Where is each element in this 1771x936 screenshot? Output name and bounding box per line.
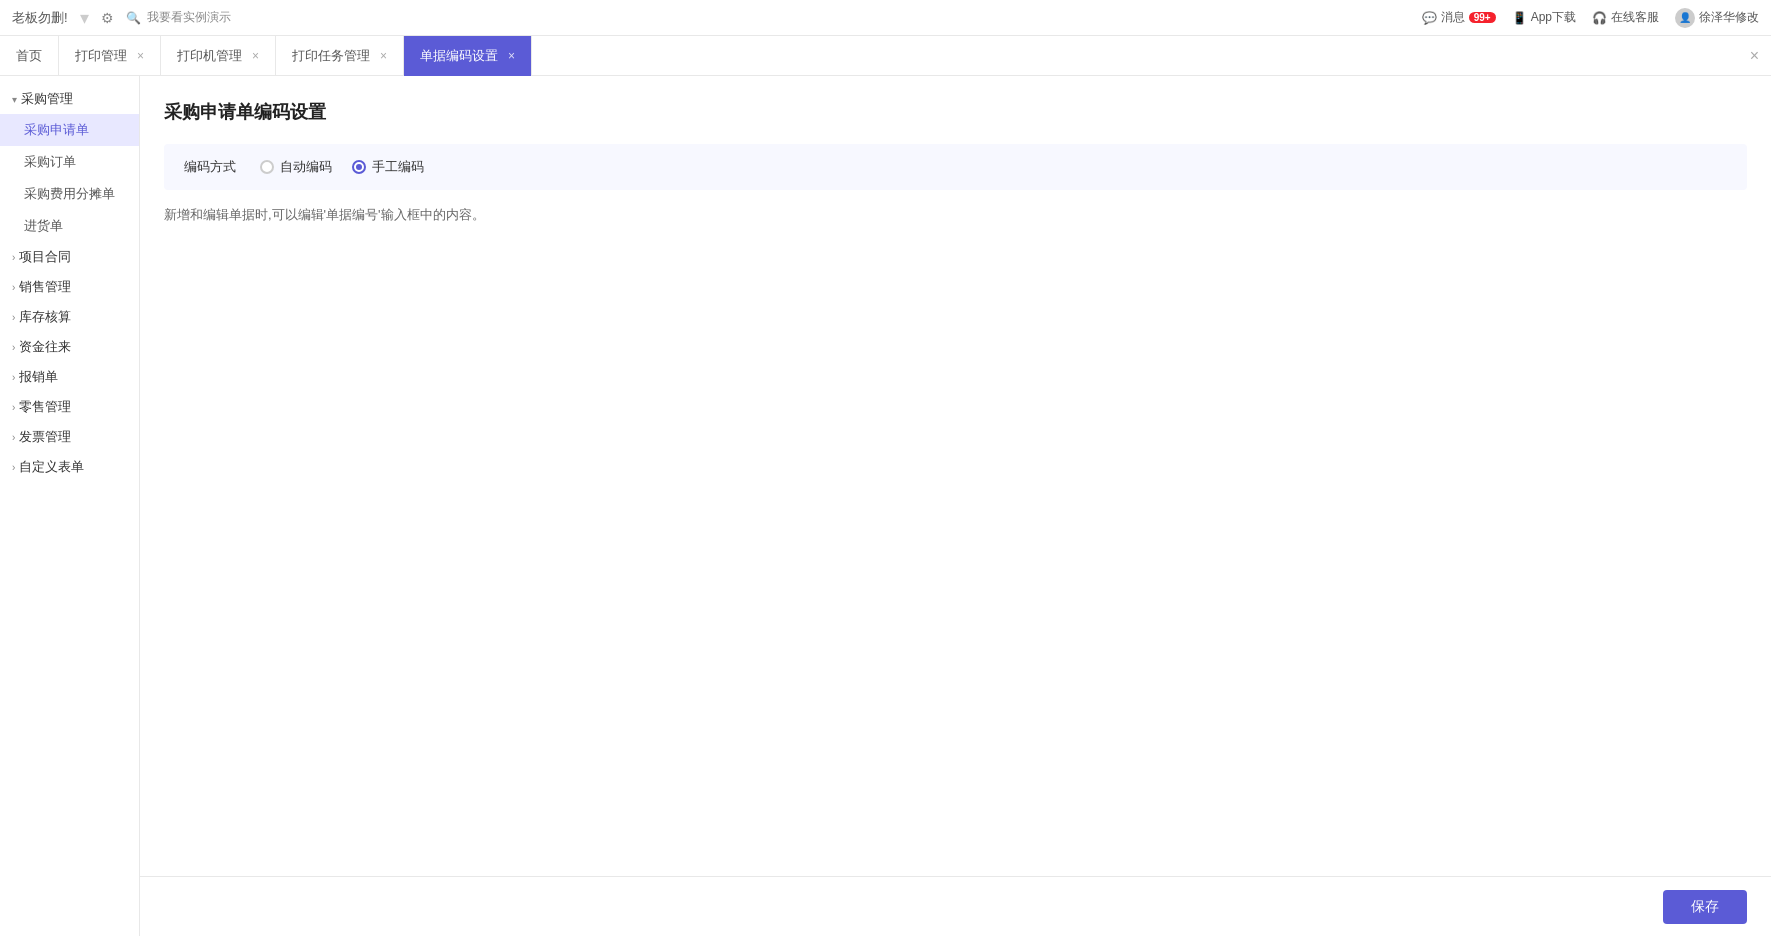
headset-icon: 🎧 bbox=[1592, 11, 1607, 25]
sidebar-group-sales-management-label: 销售管理 bbox=[19, 278, 71, 296]
tab-home-label: 首页 bbox=[16, 47, 42, 65]
sidebar-item-incoming-goods[interactable]: 进货单 bbox=[0, 210, 139, 242]
sidebar-item-purchase-expense-split[interactable]: 采购费用分摊单 bbox=[0, 178, 139, 210]
sidebar-group-capital-flow-label: 资金往来 bbox=[19, 338, 71, 356]
tab-printer-management-label: 打印机管理 bbox=[177, 47, 242, 65]
chevron-right-icon3: › bbox=[12, 312, 15, 323]
user-name: 徐泽华修改 bbox=[1699, 9, 1759, 26]
chevron-right-icon8: › bbox=[12, 462, 15, 473]
sidebar-group-capital-flow[interactable]: › 资金往来 bbox=[0, 332, 139, 362]
tab-print-management-label: 打印管理 bbox=[75, 47, 127, 65]
customer-service-button[interactable]: 🎧 在线客服 bbox=[1592, 9, 1659, 26]
radio-auto-code-label: 自动编码 bbox=[280, 158, 332, 176]
sidebar-item-purchase-order-label: 采购订单 bbox=[24, 154, 76, 169]
message-button[interactable]: 💬 消息 99+ bbox=[1422, 9, 1496, 26]
sidebar-group-retail-management-label: 零售管理 bbox=[19, 398, 71, 416]
user-avatar-area[interactable]: 👤 徐泽华修改 bbox=[1675, 8, 1759, 28]
sidebar-group-inventory-settlement[interactable]: › 库存核算 bbox=[0, 302, 139, 332]
sidebar-group-project-contract-label: 项目合同 bbox=[19, 248, 71, 266]
divider-icon: ▾ bbox=[80, 7, 89, 29]
sidebar-group-custom-form[interactable]: › 自定义表单 bbox=[0, 452, 139, 482]
chevron-right-icon6: › bbox=[12, 402, 15, 413]
radio-manual-code[interactable]: 手工编码 bbox=[352, 158, 424, 176]
chevron-down-icon: ▾ bbox=[12, 94, 17, 105]
sidebar-group-purchase-management-label: 采购管理 bbox=[21, 90, 73, 108]
sidebar-group-purchase-management[interactable]: ▾ 采购管理 bbox=[0, 84, 139, 114]
radio-manual-code-circle bbox=[352, 160, 366, 174]
app-download-button[interactable]: 📱 App下载 bbox=[1512, 9, 1576, 26]
message-icon: 💬 bbox=[1422, 11, 1437, 25]
save-button[interactable]: 保存 bbox=[1663, 890, 1747, 924]
chevron-right-icon2: › bbox=[12, 282, 15, 293]
sidebar-group-invoice-management-label: 发票管理 bbox=[19, 428, 71, 446]
search-text: 我要看实例演示 bbox=[147, 9, 231, 26]
app-download-label: App下载 bbox=[1531, 9, 1576, 26]
chevron-right-icon7: › bbox=[12, 432, 15, 443]
tab-print-task-management-label: 打印任务管理 bbox=[292, 47, 370, 65]
sidebar-group-inventory-settlement-label: 库存核算 bbox=[19, 308, 71, 326]
sidebar-group-retail-management[interactable]: › 零售管理 bbox=[0, 392, 139, 422]
sidebar-item-purchase-requisition-label: 采购申请单 bbox=[24, 122, 89, 137]
tab-single-doc-code-settings[interactable]: 单据编码设置 × bbox=[404, 36, 532, 76]
message-badge: 99+ bbox=[1469, 12, 1496, 23]
sidebar-group-invoice-management[interactable]: › 发票管理 bbox=[0, 422, 139, 452]
settings-icon[interactable]: ⚙ bbox=[101, 10, 114, 26]
sidebar-item-purchase-requisition[interactable]: 采购申请单 bbox=[0, 114, 139, 146]
sidebar-group-sales-management[interactable]: › 销售管理 bbox=[0, 272, 139, 302]
tab-print-task-management-close[interactable]: × bbox=[380, 49, 387, 63]
top-bar-right: 💬 消息 99+ 📱 App下载 🎧 在线客服 👤 徐泽华修改 bbox=[1422, 8, 1759, 28]
content-main: 采购申请单编码设置 编码方式 自动编码 手工编码 新增和编辑单据时,可以编辑'单… bbox=[140, 76, 1771, 876]
tab-bar: 首页 打印管理 × 打印机管理 × 打印任务管理 × 单据编码设置 × × bbox=[0, 36, 1771, 76]
tab-print-management-close[interactable]: × bbox=[137, 49, 144, 63]
sidebar-group-sales-return-label: 报销单 bbox=[19, 368, 58, 386]
hint-text: 新增和编辑单据时,可以编辑'单据编号'输入框中的内容。 bbox=[164, 206, 1747, 224]
sidebar-item-incoming-goods-label: 进货单 bbox=[24, 218, 63, 233]
top-bar: 老板勿删! ▾ ⚙ 🔍 我要看实例演示 💬 消息 99+ 📱 App下载 🎧 在… bbox=[0, 0, 1771, 36]
encoding-method-label: 编码方式 bbox=[184, 158, 236, 176]
tab-printer-management[interactable]: 打印机管理 × bbox=[161, 36, 276, 76]
top-bar-left: 老板勿删! ▾ ⚙ 🔍 我要看实例演示 bbox=[12, 7, 231, 29]
search-icon: 🔍 bbox=[126, 11, 141, 25]
footer-bar: 保存 bbox=[140, 876, 1771, 936]
sidebar: ▾ 采购管理 采购申请单 采购订单 采购费用分摊单 进货单 › 项目合同 › 销… bbox=[0, 76, 140, 936]
tab-printer-management-close[interactable]: × bbox=[252, 49, 259, 63]
tab-single-doc-code-settings-label: 单据编码设置 bbox=[420, 47, 498, 65]
radio-group-encoding: 自动编码 手工编码 bbox=[260, 158, 424, 176]
tab-home[interactable]: 首页 bbox=[0, 36, 59, 76]
avatar-icon: 👤 bbox=[1675, 8, 1695, 28]
brand-text: 老板勿删! bbox=[12, 9, 68, 27]
app-download-icon: 📱 bbox=[1512, 11, 1527, 25]
tab-single-doc-code-settings-close[interactable]: × bbox=[508, 49, 515, 63]
search-bar[interactable]: 🔍 我要看实例演示 bbox=[126, 9, 231, 26]
main-layout: ▾ 采购管理 采购申请单 采购订单 采购费用分摊单 进货单 › 项目合同 › 销… bbox=[0, 76, 1771, 936]
radio-auto-code-circle bbox=[260, 160, 274, 174]
chevron-right-icon: › bbox=[12, 252, 15, 263]
global-close-button[interactable]: × bbox=[1738, 47, 1771, 65]
tab-print-management[interactable]: 打印管理 × bbox=[59, 36, 161, 76]
page-title: 采购申请单编码设置 bbox=[164, 100, 1747, 124]
sidebar-group-sales-return[interactable]: › 报销单 bbox=[0, 362, 139, 392]
chevron-right-icon5: › bbox=[12, 372, 15, 383]
sidebar-item-purchase-order[interactable]: 采购订单 bbox=[0, 146, 139, 178]
chevron-right-icon4: › bbox=[12, 342, 15, 353]
sidebar-group-custom-form-label: 自定义表单 bbox=[19, 458, 84, 476]
sidebar-group-project-contract[interactable]: › 项目合同 bbox=[0, 242, 139, 272]
sidebar-item-purchase-expense-split-label: 采购费用分摊单 bbox=[24, 186, 115, 201]
encoding-section: 编码方式 自动编码 手工编码 bbox=[164, 144, 1747, 190]
message-label: 消息 bbox=[1441, 9, 1465, 26]
customer-service-label: 在线客服 bbox=[1611, 9, 1659, 26]
radio-auto-code[interactable]: 自动编码 bbox=[260, 158, 332, 176]
content-area: 采购申请单编码设置 编码方式 自动编码 手工编码 新增和编辑单据时,可以编辑'单… bbox=[140, 76, 1771, 936]
tab-print-task-management[interactable]: 打印任务管理 × bbox=[276, 36, 404, 76]
radio-manual-code-label: 手工编码 bbox=[372, 158, 424, 176]
